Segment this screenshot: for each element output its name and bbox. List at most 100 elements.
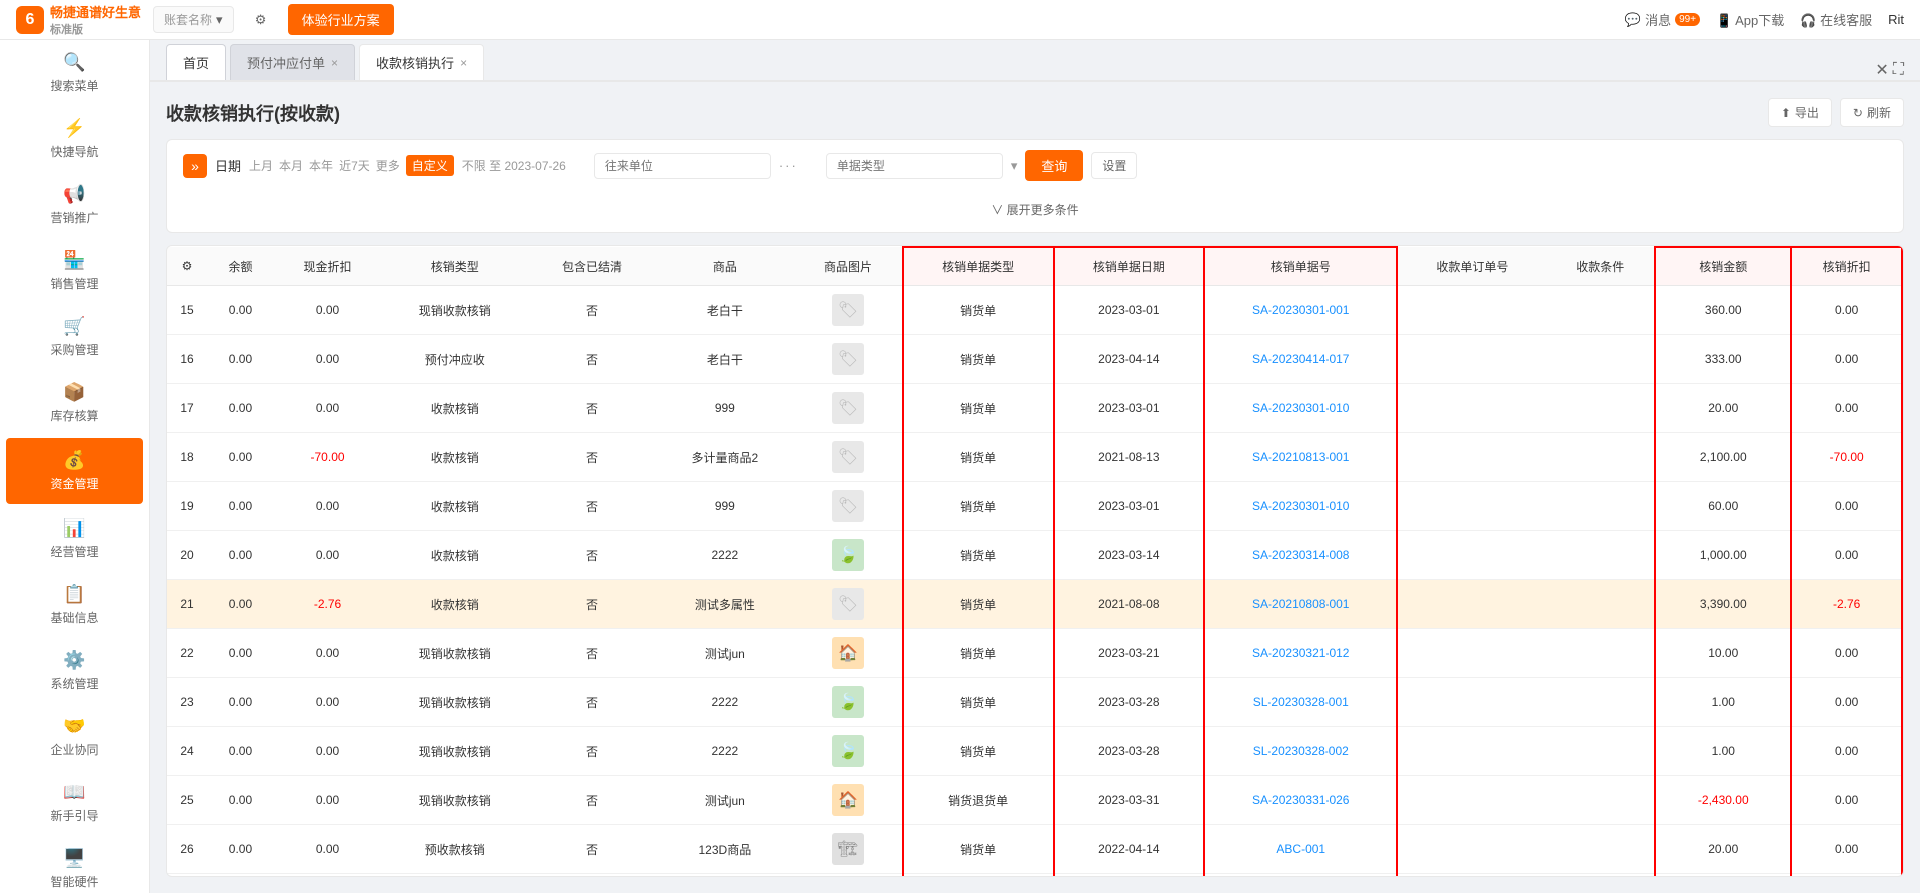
row-verify-bill-no[interactable]: SA-20230314-008 [1204, 531, 1397, 580]
top-bar-right: 💬 消息 99+ 📱 App下载 🎧 在线客服 Rit [1625, 10, 1904, 29]
sidebar-item-finance[interactable]: 💰 资金管理 [6, 438, 143, 504]
row-verify-bill-type: 销货单 [903, 531, 1054, 580]
brand-info: 畅捷通谱好生意 标准版 [50, 2, 141, 37]
verify-bill-no-link[interactable]: SA-20230301-010 [1252, 499, 1349, 513]
row-verify-bill-no[interactable]: ABC-001 [1204, 825, 1397, 874]
verify-bill-no-link[interactable]: SA-20230314-008 [1252, 548, 1349, 562]
verify-bill-no-link[interactable]: SA-20210808-001 [1252, 597, 1349, 611]
sidebar-item-basic[interactable]: 📋 基础信息 [0, 572, 149, 638]
sidebar-item-purchase[interactable]: 🛒 采购管理 [0, 304, 149, 370]
settings-filter-button[interactable]: 设置 [1091, 152, 1137, 179]
row-cash-discount: -70.00 [274, 433, 381, 482]
row-verify-bill-no[interactable]: SL-20230408-001 [1204, 874, 1397, 878]
row-verify-bill-no[interactable]: SL-20230328-001 [1204, 678, 1397, 727]
user-avatar[interactable]: Rit [1888, 12, 1904, 27]
goods-image: 🏷 [832, 441, 864, 473]
sidebar-label-guide: 新手引导 [50, 807, 98, 824]
date-tag-this-year[interactable]: 本年 [309, 157, 333, 174]
sidebar-item-business[interactable]: 📊 经营管理 [0, 506, 149, 572]
tab-home[interactable]: 首页 [166, 44, 226, 80]
expand-window-icon[interactable]: ⛶ [1893, 61, 1904, 79]
prepay-tab-close[interactable]: × [331, 56, 338, 70]
row-verify-bill-date: 2023-03-21 [1054, 629, 1205, 678]
sidebar-item-corp[interactable]: 🤝 企业协同 [0, 704, 149, 770]
row-verify-bill-no[interactable]: SA-20230331-026 [1204, 776, 1397, 825]
date-tag-7days[interactable]: 近7天 [339, 157, 370, 174]
row-verify-type: 收款核销 [381, 531, 528, 580]
sidebar-item-search[interactable]: 🔍 搜索菜单 [0, 40, 149, 106]
row-verify-bill-no[interactable]: SA-20230301-010 [1204, 482, 1397, 531]
row-goods-img: 🍃 [794, 727, 903, 776]
expand-conditions-btn[interactable]: ∨ 展开更多条件 [991, 201, 1078, 218]
row-verify-amount: 60.00 [1655, 482, 1791, 531]
col-goods: 商品 [656, 247, 794, 286]
row-receipt-order-no [1397, 874, 1546, 878]
date-tag-last-month[interactable]: 上月 [249, 157, 273, 174]
sidebar-item-marketing[interactable]: 📢 营销推广 [0, 172, 149, 238]
row-verify-bill-no[interactable]: SA-20210808-001 [1204, 580, 1397, 629]
receipt-tab-close[interactable]: × [460, 56, 467, 70]
row-verify-bill-no[interactable]: SA-20210813-001 [1204, 433, 1397, 482]
row-verify-bill-date: 2023-03-28 [1054, 727, 1205, 776]
refresh-button[interactable]: ↻ 刷新 [1840, 98, 1904, 127]
verify-bill-no-link[interactable]: SA-20230301-001 [1252, 303, 1349, 317]
row-verify-bill-no[interactable]: SA-20230301-010 [1204, 384, 1397, 433]
date-tag-more[interactable]: 更多 [376, 157, 400, 174]
row-goods: 老白干 [656, 335, 794, 384]
sidebar-item-sales[interactable]: 🏪 销售管理 [0, 238, 149, 304]
row-verify-type: 预收款核销 [381, 825, 528, 874]
row-receipt-order-no [1397, 482, 1546, 531]
date-tag-custom[interactable]: 自定义 [406, 155, 454, 176]
verify-bill-no-link[interactable]: SA-20230331-026 [1252, 793, 1349, 807]
verify-bill-no-link[interactable]: SL-20230328-001 [1253, 695, 1349, 709]
sidebar-item-system[interactable]: ⚙️ 系统管理 [0, 638, 149, 704]
verify-bill-no-link[interactable]: SA-20210813-001 [1252, 450, 1349, 464]
single-type-input[interactable] [826, 153, 1003, 179]
row-verify-bill-no[interactable]: SL-20230328-002 [1204, 727, 1397, 776]
filter-expand-button[interactable]: » [183, 154, 207, 178]
verify-bill-no-link[interactable]: ABC-001 [1276, 842, 1325, 856]
sidebar-item-hardware[interactable]: 🖥️ 智能硬件 [0, 836, 149, 893]
verify-bill-no-link[interactable]: SA-20230321-012 [1252, 646, 1349, 660]
account-selector[interactable]: 账套名称 ▾ [153, 6, 234, 33]
cart-icon: 🛒 [63, 316, 85, 337]
col-receipt-order-no: 收款单订单号 [1397, 247, 1546, 286]
table-row: 21 0.00 -2.76 收款核销 否 测试多属性 🏷 销货单 2021-08… [167, 580, 1902, 629]
verify-bill-no-link[interactable]: SL-20230328-002 [1253, 744, 1349, 758]
handshake-icon: 🤝 [63, 716, 85, 737]
verify-bill-no-link[interactable]: SA-20230301-010 [1252, 401, 1349, 415]
notification-btn[interactable]: 💬 消息 99+ [1625, 10, 1700, 29]
trial-button[interactable]: 体验行业方案 [288, 4, 394, 35]
date-tag-this-month[interactable]: 本月 [279, 157, 303, 174]
tab-receipt[interactable]: 收款核销执行 × [359, 44, 484, 80]
export-button[interactable]: ⬆ 导出 [1768, 98, 1832, 127]
from-unit-dots: ··· [779, 158, 798, 173]
tab-prepay[interactable]: 预付冲应付单 × [230, 44, 355, 80]
from-unit-input[interactable] [594, 153, 771, 179]
close-all-icon[interactable]: ✕ [1875, 60, 1888, 80]
app-download-btn[interactable]: 📱 App下载 [1716, 10, 1784, 29]
row-verify-amount: -2,430.00 [1655, 776, 1791, 825]
query-button[interactable]: 查询 [1025, 150, 1083, 181]
sidebar-label-search: 搜索菜单 [50, 77, 98, 94]
table-row: 22 0.00 0.00 现销收款核销 否 测试jun 🏠 销货单 2023-0… [167, 629, 1902, 678]
row-verify-bill-no[interactable]: SA-20230301-001 [1204, 286, 1397, 335]
user-name: Rit [1888, 12, 1904, 27]
sidebar-item-inventory[interactable]: 📦 库存核算 [0, 370, 149, 436]
settings-icon[interactable]: ⚙ [246, 5, 276, 35]
row-id: 20 [167, 531, 207, 580]
row-balance: 0.00 [207, 335, 274, 384]
row-goods: 2222 [656, 531, 794, 580]
row-goods-img: 🏠 [794, 776, 903, 825]
col-settings[interactable]: ⚙ [167, 247, 207, 286]
sidebar-item-guide[interactable]: 📖 新手引导 [0, 770, 149, 836]
online-service-btn[interactable]: 🎧 在线客服 [1800, 10, 1872, 29]
sidebar-label-sales: 销售管理 [50, 275, 98, 292]
verify-bill-no-link[interactable]: SA-20230414-017 [1252, 352, 1349, 366]
row-cash-discount: 0.00 [274, 776, 381, 825]
row-verify-bill-no[interactable]: SA-20230321-012 [1204, 629, 1397, 678]
date-filter-label: 日期 [215, 156, 241, 175]
app-download-label: App下载 [1735, 13, 1784, 28]
row-verify-bill-no[interactable]: SA-20230414-017 [1204, 335, 1397, 384]
sidebar-item-quick[interactable]: ⚡ 快捷导航 [0, 106, 149, 172]
